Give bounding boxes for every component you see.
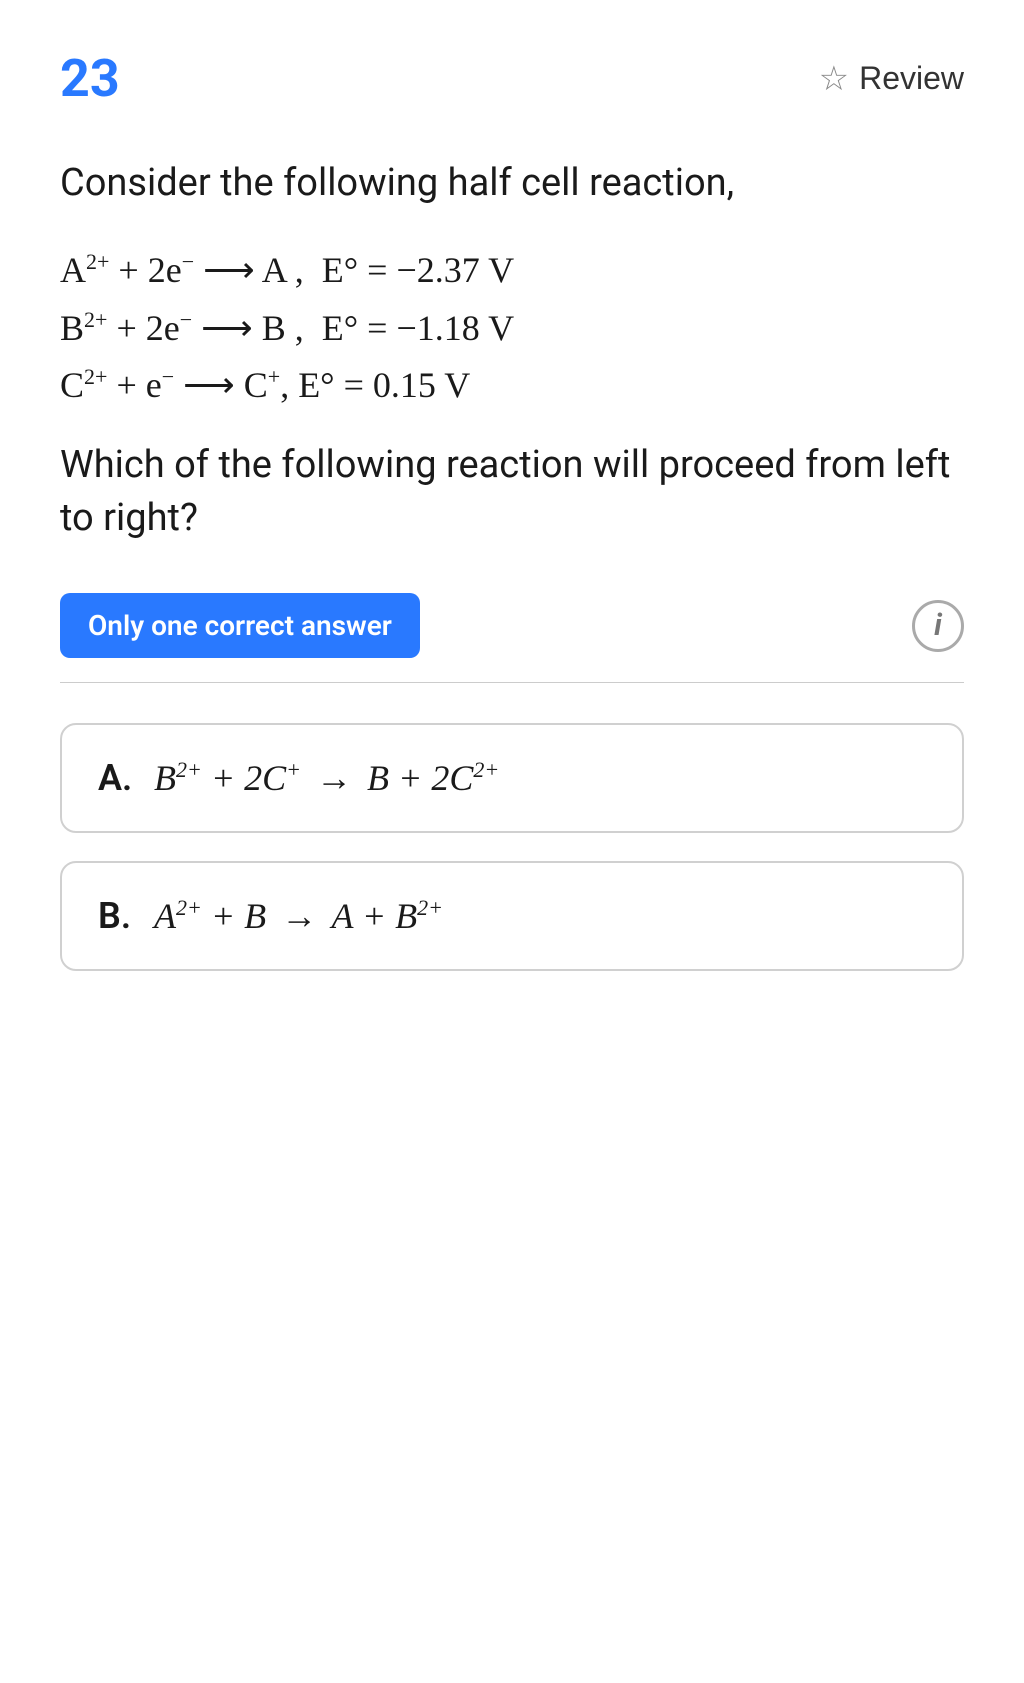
options-list: A. B2+ + 2C+ → B + 2C2+ B. A2+ + B → A +… [60, 723, 964, 971]
option-b-content: A2+ + B → A + B2+ [154, 895, 443, 937]
reactions-block: A2+ + 2e− ⟶ A , E° = −2.37 V B2+ + 2e− ⟶… [60, 242, 964, 415]
answer-type-badge: Only one correct answer [60, 593, 420, 658]
info-icon: i [934, 608, 942, 643]
option-a-content: B2+ + 2C+ → B + 2C2+ [154, 757, 499, 799]
question-number: 23 [60, 48, 120, 109]
reaction-1: A2+ + 2e− ⟶ A , E° = −2.37 V [60, 242, 964, 300]
star-icon: ☆ [819, 59, 849, 99]
option-b-label: B. [98, 895, 134, 937]
reaction-2: B2+ + 2e− ⟶ B , E° = −1.18 V [60, 300, 964, 358]
header: 23 ☆ Review [60, 48, 964, 109]
option-a[interactable]: A. B2+ + 2C+ → B + 2C2+ [60, 723, 964, 833]
question-body: Consider the following half cell reactio… [60, 157, 964, 545]
page-container: 23 ☆ Review Consider the following half … [0, 0, 1024, 1683]
divider [60, 682, 964, 683]
option-a-label: A. [98, 757, 134, 799]
reaction-3: C2+ + e− ⟶ C+, E° = 0.15 V [60, 357, 964, 415]
option-b[interactable]: B. A2+ + B → A + B2+ [60, 861, 964, 971]
info-button[interactable]: i [912, 600, 964, 652]
question-subtext: Which of the following reaction will pro… [60, 439, 964, 545]
review-button[interactable]: ☆ Review [819, 59, 964, 99]
badge-row: Only one correct answer i [60, 593, 964, 658]
review-label: Review [859, 60, 964, 97]
question-intro: Consider the following half cell reactio… [60, 157, 964, 210]
